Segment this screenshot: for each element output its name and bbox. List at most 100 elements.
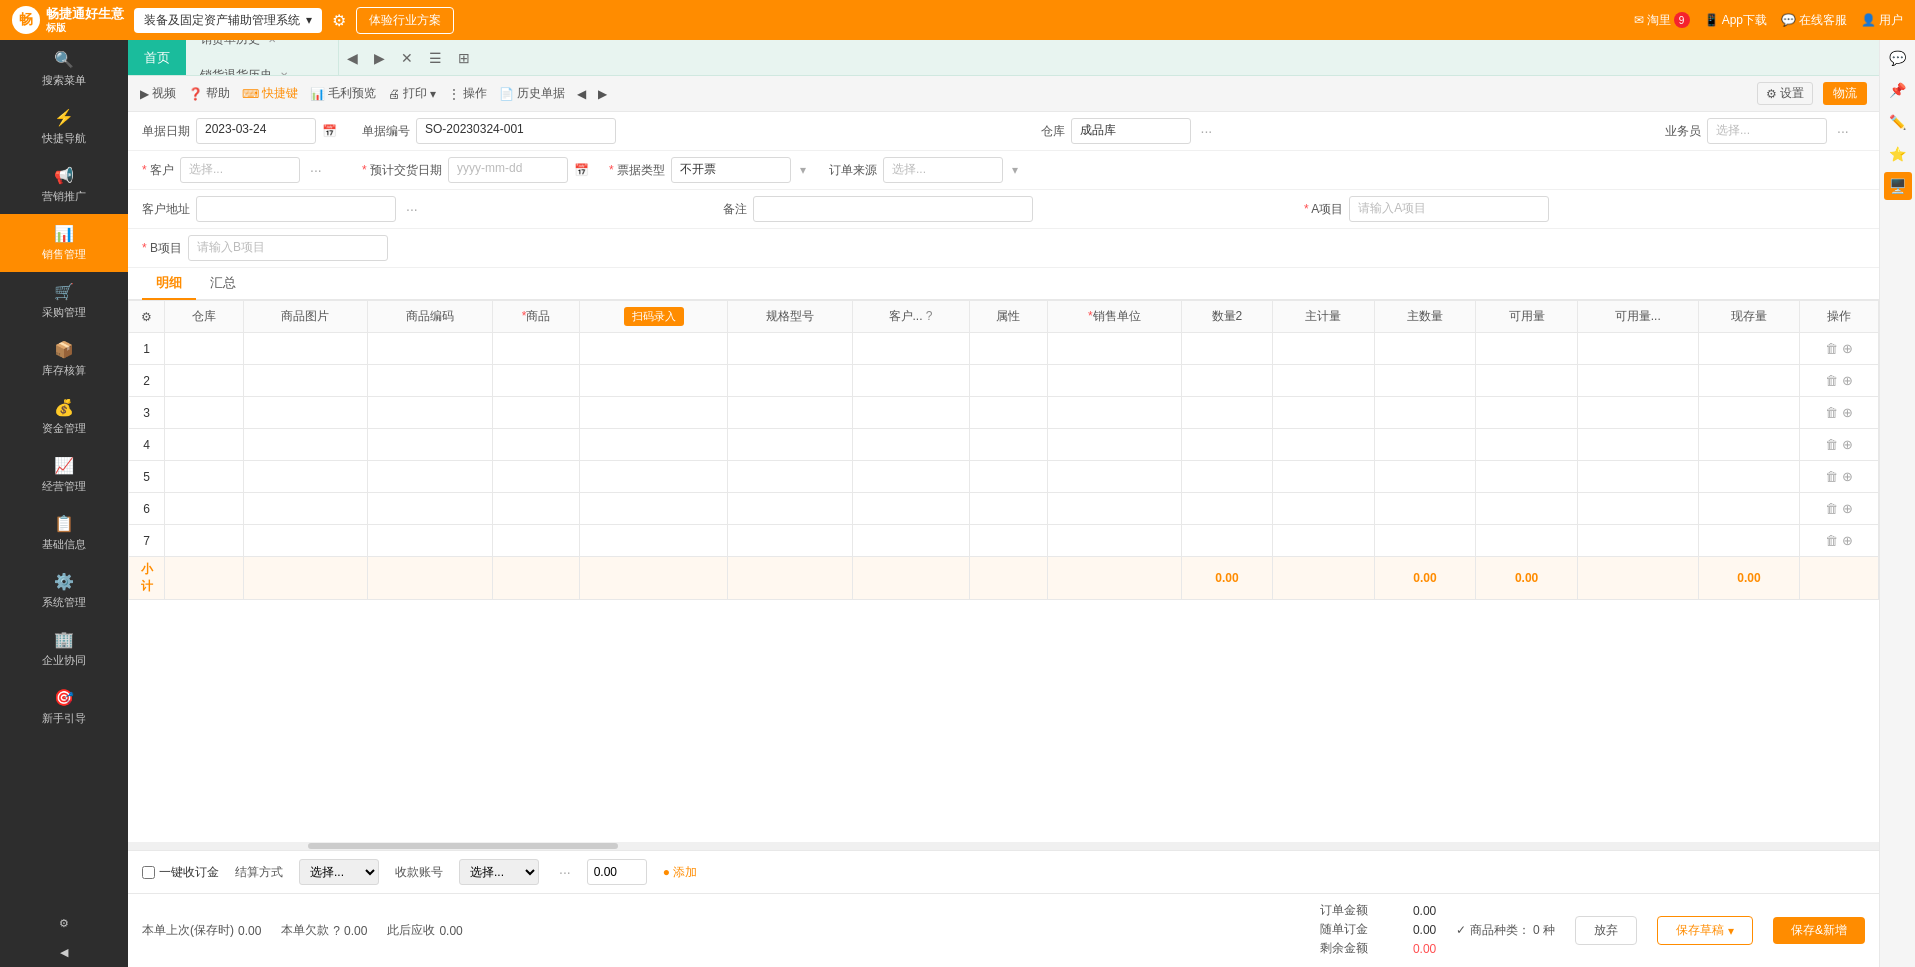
cell-2-5[interactable] xyxy=(580,365,728,397)
row-delete-4[interactable]: 🗑 xyxy=(1825,437,1838,452)
cell-6-11[interactable] xyxy=(1273,493,1375,525)
right-panel-btn-2[interactable]: 📌 xyxy=(1884,76,1912,104)
tab-home[interactable]: 首页 xyxy=(128,40,186,76)
row-delete-1[interactable]: 🗑 xyxy=(1825,341,1838,356)
cell-3-1[interactable] xyxy=(165,397,244,429)
cell-5-3[interactable] xyxy=(368,461,493,493)
cell-5-1[interactable] xyxy=(165,461,244,493)
cell-6-8[interactable] xyxy=(969,493,1048,525)
cell-1-14[interactable] xyxy=(1577,333,1698,365)
cell-5-7[interactable] xyxy=(852,461,969,493)
cell-6-9[interactable] xyxy=(1048,493,1182,525)
cell-2-10[interactable] xyxy=(1181,365,1272,397)
sidebar-item-enterprise[interactable]: 🏢企业协同 xyxy=(0,620,128,678)
industry-button[interactable]: 体验行业方案 xyxy=(356,7,454,34)
cell-7-4[interactable] xyxy=(492,525,580,557)
doc-date-input[interactable]: 2023-03-24 xyxy=(196,118,316,144)
cell-2-7[interactable] xyxy=(852,365,969,397)
cell-2-9[interactable] xyxy=(1048,365,1182,397)
cell-7-11[interactable] xyxy=(1273,525,1375,557)
row-copy-2[interactable]: ⊕ xyxy=(1842,373,1853,388)
row-delete-3[interactable]: 🗑 xyxy=(1825,405,1838,420)
row-copy-4[interactable]: ⊕ xyxy=(1842,437,1853,452)
cell-1-4[interactable] xyxy=(492,333,580,365)
cell-2-13[interactable] xyxy=(1476,365,1578,397)
cell-4-9[interactable] xyxy=(1048,429,1182,461)
cell-4-2[interactable] xyxy=(243,429,368,461)
cell-1-1[interactable] xyxy=(165,333,244,365)
cell-1-5[interactable] xyxy=(580,333,728,365)
col-settings[interactable]: ⚙ xyxy=(129,301,165,333)
profit-preview-btn[interactable]: 📊 毛利预览 xyxy=(310,85,376,102)
cell-1-12[interactable] xyxy=(1374,333,1476,365)
right-panel-btn-1[interactable]: 💬 xyxy=(1884,44,1912,72)
system-selector[interactable]: 装备及固定资产辅助管理系统 ▾ xyxy=(134,8,322,33)
cell-7-3[interactable] xyxy=(368,525,493,557)
row-copy-1[interactable]: ⊕ xyxy=(1842,341,1853,356)
doc-no-input[interactable]: SO-20230324-001 xyxy=(416,118,616,144)
cell-5-8[interactable] xyxy=(969,461,1048,493)
scan-btn[interactable]: 扫码录入 xyxy=(624,307,684,326)
cell-3-13[interactable] xyxy=(1476,397,1578,429)
cell-3-8[interactable] xyxy=(969,397,1048,429)
app-download-btn[interactable]: 📱 App下载 xyxy=(1704,12,1767,29)
col-scan[interactable]: 扫码录入 xyxy=(580,301,728,333)
cell-2-11[interactable] xyxy=(1273,365,1375,397)
cell-4-4[interactable] xyxy=(492,429,580,461)
cell-4-12[interactable] xyxy=(1374,429,1476,461)
cell-7-10[interactable] xyxy=(1181,525,1272,557)
order-source-arrow-icon[interactable]: ▾ xyxy=(1012,163,1018,177)
sidebar-item-collapse[interactable]: ◀ xyxy=(0,938,128,967)
cell-7-1[interactable] xyxy=(165,525,244,557)
add-btn[interactable]: ● 添加 xyxy=(663,864,697,881)
sidebar-item-basic-info[interactable]: 📋基础信息 xyxy=(0,504,128,562)
print-btn[interactable]: 🖨 打印 ▾ xyxy=(388,85,436,102)
tab-prev-btn[interactable]: ◀ xyxy=(339,40,366,76)
cell-1-11[interactable] xyxy=(1273,333,1375,365)
cell-6-6[interactable] xyxy=(727,493,852,525)
tab-next-btn[interactable]: ▶ xyxy=(366,40,393,76)
cell-7-8[interactable] xyxy=(969,525,1048,557)
cell-7-15[interactable] xyxy=(1698,525,1800,557)
cell-2-1[interactable] xyxy=(165,365,244,397)
cell-2-8[interactable] xyxy=(969,365,1048,397)
cell-1-6[interactable] xyxy=(727,333,852,365)
cell-1-7[interactable] xyxy=(852,333,969,365)
cell-3-10[interactable] xyxy=(1181,397,1272,429)
cell-3-3[interactable] xyxy=(368,397,493,429)
account-expand-icon[interactable]: ··· xyxy=(559,864,571,880)
cell-4-3[interactable] xyxy=(368,429,493,461)
address-expand-icon[interactable]: ··· xyxy=(406,201,418,217)
invoice-arrow-icon[interactable]: ▾ xyxy=(800,163,806,177)
sidebar-item-system[interactable]: ⚙️系统管理 xyxy=(0,562,128,620)
tab-sales-refund-history[interactable]: 销货退货历史✕ xyxy=(186,58,339,77)
sidebar-item-operations[interactable]: 📈经营管理 xyxy=(0,446,128,504)
save-new-button[interactable]: 保存&新增 xyxy=(1773,917,1865,944)
sidebar-item-quick-nav[interactable]: ⚡快捷导航 xyxy=(0,98,128,156)
cell-7-9[interactable] xyxy=(1048,525,1182,557)
customer-input[interactable]: 选择... xyxy=(180,157,300,183)
tab-summary[interactable]: 汇总 xyxy=(196,268,250,300)
cell-2-15[interactable] xyxy=(1698,365,1800,397)
cell-7-14[interactable] xyxy=(1577,525,1698,557)
add-logistics-btn[interactable]: 物流 xyxy=(1823,82,1867,105)
message-btn[interactable]: ✉ 淘里 9 xyxy=(1634,12,1690,29)
row-copy-6[interactable]: ⊕ xyxy=(1842,501,1853,516)
cell-4-15[interactable] xyxy=(1698,429,1800,461)
cell-4-13[interactable] xyxy=(1476,429,1578,461)
sidebar-item-marketing[interactable]: 📢营销推广 xyxy=(0,156,128,214)
cell-6-1[interactable] xyxy=(165,493,244,525)
row-delete-2[interactable]: 🗑 xyxy=(1825,373,1838,388)
row-copy-5[interactable]: ⊕ xyxy=(1842,469,1853,484)
cell-3-7[interactable] xyxy=(852,397,969,429)
row-delete-5[interactable]: 🗑 xyxy=(1825,469,1838,484)
cell-3-4[interactable] xyxy=(492,397,580,429)
row-copy-7[interactable]: ⊕ xyxy=(1842,533,1853,548)
cell-4-1[interactable] xyxy=(165,429,244,461)
cell-5-10[interactable] xyxy=(1181,461,1272,493)
cell-2-14[interactable] xyxy=(1577,365,1698,397)
cell-6-5[interactable] xyxy=(580,493,728,525)
chevron-down-icon[interactable]: ▾ xyxy=(1728,924,1734,938)
tab-close-sales-return-history[interactable]: ✕ xyxy=(268,40,276,45)
cell-5-9[interactable] xyxy=(1048,461,1182,493)
